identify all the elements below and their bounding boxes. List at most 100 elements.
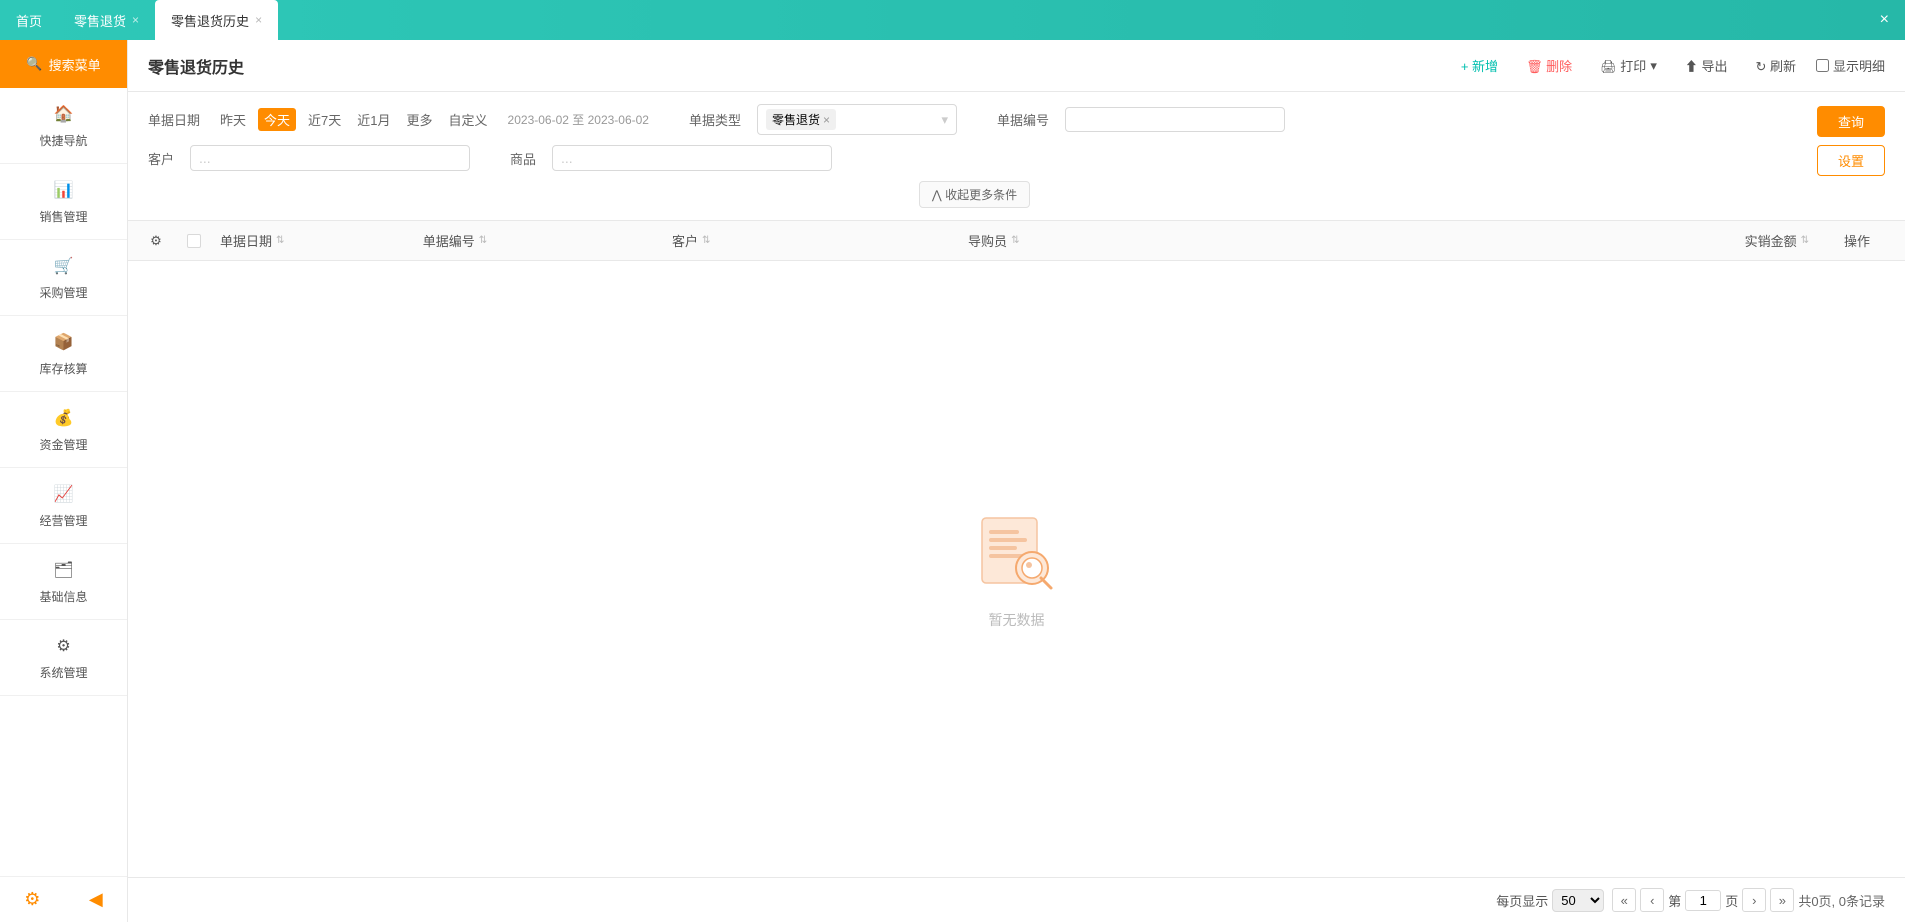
- settings-btn[interactable]: 设置: [1817, 145, 1885, 176]
- th-customer[interactable]: 客户 ⇅: [664, 231, 960, 250]
- header-checkbox[interactable]: [187, 234, 201, 248]
- bill-type-tag-label: 零售退货: [772, 111, 820, 128]
- top-bar: 首页 零售退货 × 零售退货历史 × ×: [0, 0, 1905, 40]
- search-icon: 🔍: [26, 56, 42, 72]
- search-menu-btn[interactable]: 🔍 搜索菜单: [0, 40, 127, 88]
- empty-state: 暂无数据: [128, 261, 1905, 877]
- th-bill-no-sort[interactable]: ⇅: [479, 235, 487, 246]
- tab-home[interactable]: 首页: [0, 0, 58, 40]
- tab-home-label: 首页: [16, 11, 42, 30]
- th-guide[interactable]: 导购员 ⇅: [960, 231, 1163, 250]
- sidebar-item-purchase-mgmt[interactable]: 🛒 采购管理: [0, 240, 127, 316]
- per-page-dropdown[interactable]: 50 100 200: [1552, 889, 1604, 912]
- th-action-label: 操作: [1844, 231, 1870, 250]
- sidebar-item-finance-label: 资金管理: [39, 436, 87, 453]
- th-amount-sort[interactable]: ⇅: [1801, 235, 1809, 246]
- last-page-btn[interactable]: »: [1770, 888, 1794, 912]
- goods-label: 商品: [510, 149, 536, 168]
- sidebar-item-inventory[interactable]: 📦 库存核算: [0, 316, 127, 392]
- filter-area: 单据日期 昨天 今天 近7天 近1月 更多 自定义 2023-06-02 至 2…: [128, 92, 1905, 221]
- prev-page-btn[interactable]: ‹: [1640, 888, 1664, 912]
- th-amount[interactable]: 实销金额 ⇅: [1645, 231, 1817, 250]
- display-toggle-checkbox[interactable]: [1816, 59, 1829, 72]
- 1month-shortcut[interactable]: 近1月: [353, 108, 394, 131]
- th-date[interactable]: 单据日期 ⇅: [212, 231, 415, 250]
- settings-bottom-icon[interactable]: ⚙: [24, 889, 40, 910]
- tab-retail-return-close[interactable]: ×: [132, 13, 139, 27]
- goods-placeholder: ...: [561, 150, 573, 166]
- window-close-btn[interactable]: ×: [1880, 11, 1905, 29]
- today-shortcut[interactable]: 今天: [258, 108, 296, 131]
- th-date-sort[interactable]: ⇅: [276, 235, 284, 246]
- sidebar-item-basic-info-label: 基础信息: [39, 588, 87, 605]
- more-shortcut[interactable]: 更多: [403, 108, 437, 131]
- display-toggle-label: 显示明细: [1833, 56, 1885, 75]
- query-btn[interactable]: 查询: [1817, 106, 1885, 137]
- sidebar-item-finance[interactable]: 💰 资金管理: [0, 392, 127, 468]
- sidebar-item-sales-label: 销售管理: [39, 208, 87, 225]
- tab-retail-return[interactable]: 零售退货 ×: [58, 0, 155, 40]
- sidebar-item-purchase-label: 采购管理: [39, 284, 87, 301]
- sidebar-item-operations[interactable]: 📈 经营管理: [0, 468, 127, 544]
- pagination-bar: 每页显示 50 100 200 « ‹ 第 页 › » 共0页, 0条记录: [128, 877, 1905, 922]
- total-info: 共0页, 0条记录: [1798, 891, 1885, 910]
- collapse-btn-label: ⋀ 收起更多条件: [932, 186, 1017, 203]
- bill-type-tag-close[interactable]: ×: [823, 113, 830, 127]
- yesterday-shortcut[interactable]: 昨天: [216, 108, 250, 131]
- print-btn[interactable]: 🖨 打印 ▾: [1592, 52, 1665, 79]
- page-header: 零售退货历史 + 新增 🗑 删除 🖨 打印 ▾ ⬆ 导出 ↻ 刷新: [128, 40, 1905, 92]
- custom-shortcut[interactable]: 自定义: [445, 108, 492, 131]
- th-amount-label: 实销金额: [1745, 231, 1797, 250]
- th-guide-label: 导购员: [968, 231, 1007, 250]
- operations-icon: 📈: [52, 482, 76, 506]
- th-bill-no[interactable]: 单据编号 ⇅: [415, 231, 664, 250]
- tab-retail-return-history-close[interactable]: ×: [255, 13, 262, 27]
- table-header: ⚙ 单据日期 ⇅ 单据编号 ⇅ 客户 ⇅ 导购员 ⇅: [128, 221, 1905, 261]
- sidebar-item-system-mgmt[interactable]: ⚙ 系统管理: [0, 620, 127, 696]
- filter-row-1: 单据日期 昨天 今天 近7天 近1月 更多 自定义 2023-06-02 至 2…: [148, 104, 1801, 135]
- th-settings[interactable]: ⚙: [136, 233, 176, 249]
- th-check[interactable]: [176, 234, 212, 248]
- export-btn[interactable]: ⬆ 导出: [1677, 52, 1736, 79]
- sidebar-item-quick-nav-label: 快捷导航: [39, 132, 87, 149]
- page-input[interactable]: [1685, 890, 1721, 911]
- collapse-sidebar-icon[interactable]: ◀: [89, 889, 103, 910]
- sales-icon: 📊: [52, 178, 76, 202]
- customer-select[interactable]: ...: [190, 145, 470, 171]
- sidebar-item-inventory-label: 库存核算: [39, 360, 87, 377]
- 7days-shortcut[interactable]: 近7天: [304, 108, 345, 131]
- quick-nav-icon: 🏠: [52, 102, 76, 126]
- th-date-label: 单据日期: [220, 231, 272, 250]
- page-nav: « ‹ 第 页 › » 共0页, 0条记录: [1612, 888, 1885, 912]
- page-label: 第: [1668, 891, 1681, 910]
- first-page-btn[interactable]: «: [1612, 888, 1636, 912]
- bill-type-select[interactable]: 零售退货 × ▾: [757, 104, 957, 135]
- th-guide-sort[interactable]: ⇅: [1011, 235, 1019, 246]
- sidebar-item-quick-nav[interactable]: 🏠 快捷导航: [0, 88, 127, 164]
- refresh-btn-label: ↻ 刷新: [1755, 56, 1796, 75]
- tab-retail-return-history[interactable]: 零售退货历史 ×: [155, 0, 278, 40]
- filter-grid: 单据日期 昨天 今天 近7天 近1月 更多 自定义 2023-06-02 至 2…: [148, 104, 1885, 208]
- basic-info-icon: 🗂: [52, 558, 76, 582]
- next-page-btn[interactable]: ›: [1742, 888, 1766, 912]
- th-customer-label: 客户: [672, 231, 698, 250]
- tab-retail-return-label: 零售退货: [74, 11, 126, 30]
- table-container: ⚙ 单据日期 ⇅ 单据编号 ⇅ 客户 ⇅ 导购员 ⇅: [128, 221, 1905, 877]
- refresh-btn[interactable]: ↻ 刷新: [1747, 52, 1804, 79]
- delete-btn[interactable]: 🗑 删除: [1518, 52, 1580, 79]
- sidebar-item-basic-info[interactable]: 🗂 基础信息: [0, 544, 127, 620]
- empty-illustration: [967, 508, 1067, 598]
- date-range-display: 2023-06-02 至 2023-06-02: [508, 111, 649, 128]
- finance-icon: 💰: [52, 406, 76, 430]
- filter-row-2: 客户 ... 商品 ...: [148, 145, 1801, 171]
- bill-type-tag: 零售退货 ×: [766, 109, 836, 130]
- goods-select[interactable]: ...: [552, 145, 832, 171]
- bill-no-input[interactable]: [1065, 107, 1285, 132]
- system-icon: ⚙: [52, 634, 76, 658]
- th-customer-sort[interactable]: ⇅: [702, 235, 710, 246]
- collapse-btn[interactable]: ⋀ 收起更多条件: [919, 181, 1030, 208]
- print-dropdown-icon[interactable]: ▾: [1650, 58, 1657, 74]
- sidebar-item-sales-mgmt[interactable]: 📊 销售管理: [0, 164, 127, 240]
- new-btn[interactable]: + 新增: [1453, 52, 1506, 79]
- content-area: 零售退货历史 + 新增 🗑 删除 🖨 打印 ▾ ⬆ 导出 ↻ 刷新: [128, 40, 1905, 922]
